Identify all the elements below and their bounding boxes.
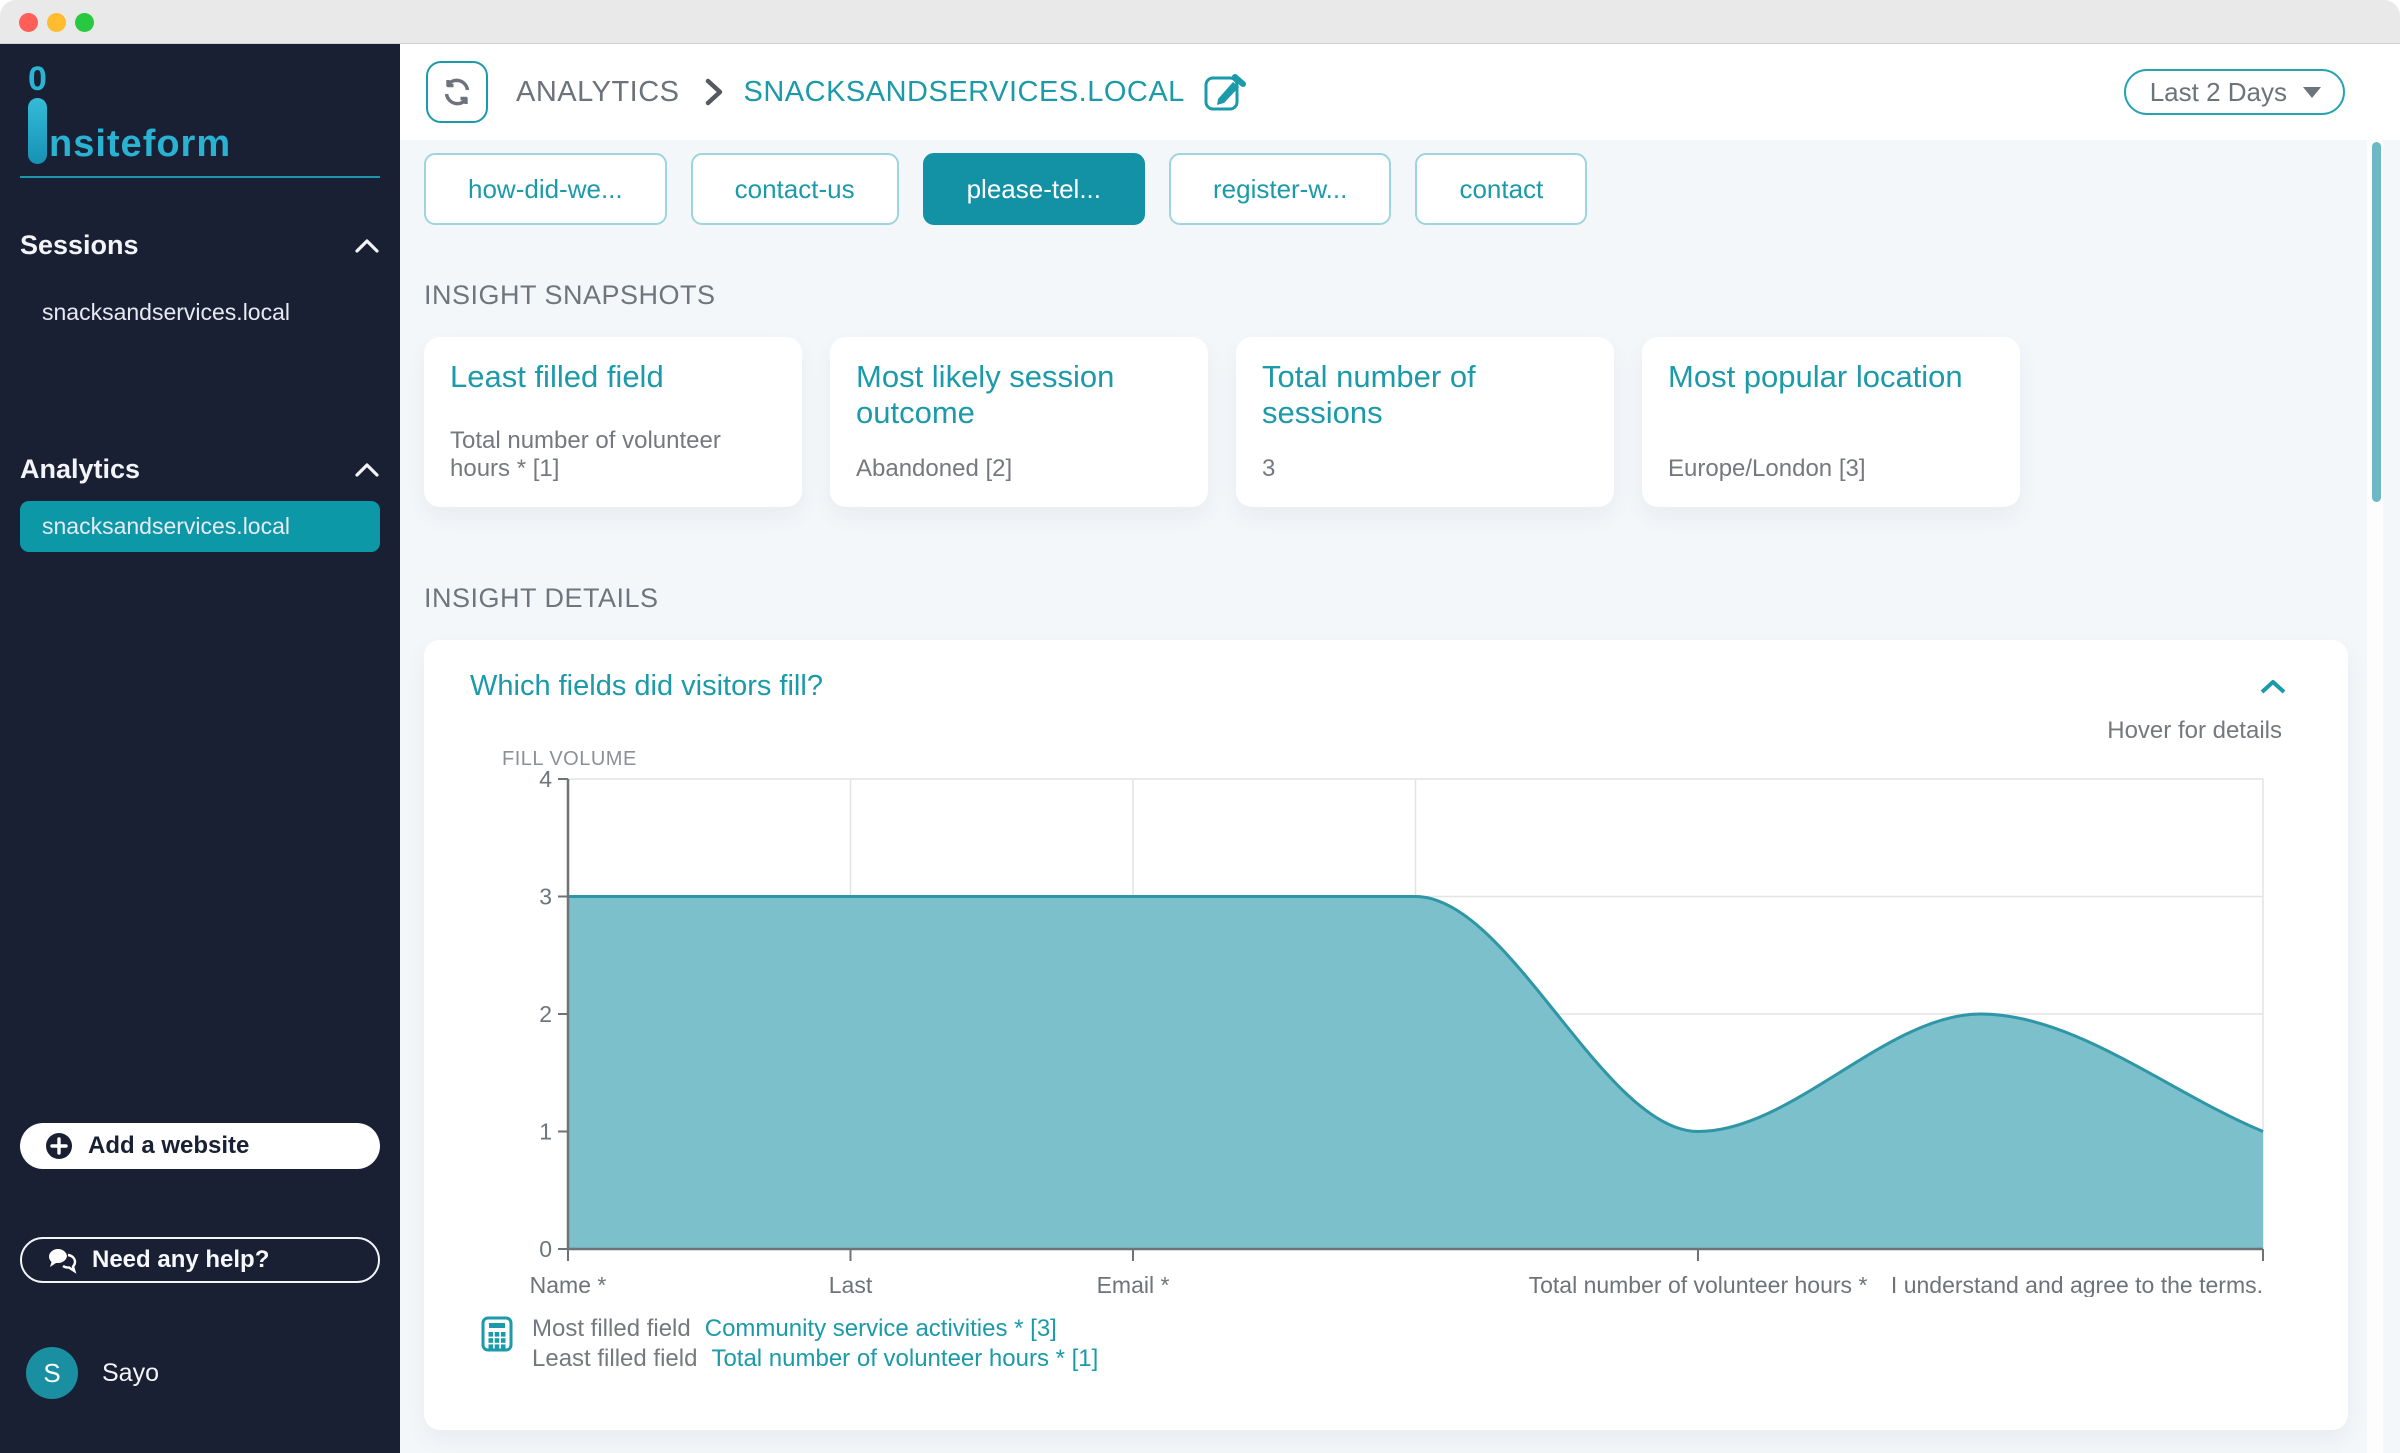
caret-down-icon xyxy=(2303,86,2321,98)
insight-details-card: Which fields did visitors fill? Hover fo… xyxy=(424,640,2348,1430)
snapshot-card-session-outcome: Most likely session outcome Abandoned [2… xyxy=(830,337,1208,507)
snapshot-cards: Least filled field Total number of volun… xyxy=(424,337,2400,507)
svg-text:3: 3 xyxy=(539,884,552,910)
avatar: S xyxy=(26,1347,78,1399)
chevron-up-icon xyxy=(355,238,379,253)
logo-zero-mark: 0 xyxy=(28,60,48,98)
breadcrumb-page[interactable]: SNACKSANDSERVICES.LOCAL xyxy=(744,76,1185,109)
refresh-icon xyxy=(444,78,470,106)
sidebar-section-analytics[interactable]: Analytics xyxy=(20,454,380,485)
tab-please-tel[interactable]: please-tel... xyxy=(922,153,1145,225)
table-grid-icon xyxy=(481,1316,513,1352)
scrollbar-track[interactable] xyxy=(2367,140,2383,1453)
svg-text:Name *: Name * xyxy=(530,1272,607,1297)
svg-text:FILL VOLUME: FILL VOLUME xyxy=(502,749,637,770)
logo-stem-shape xyxy=(28,98,47,164)
tab-contact[interactable]: contact xyxy=(1415,153,1588,225)
app-window: 0 nsiteform Sessions snacksandservices.l… xyxy=(0,0,2400,1453)
svg-text:Last: Last xyxy=(829,1272,873,1297)
chart-legend: Most filled field Community service acti… xyxy=(480,1315,2348,1373)
insight-snapshots-title: INSIGHT SNAPSHOTS xyxy=(424,280,716,310)
close-window-button[interactable] xyxy=(19,13,38,32)
chevron-up-icon xyxy=(355,462,379,477)
breadcrumb-section[interactable]: ANALYTICS xyxy=(516,76,680,109)
topbar: ANALYTICS SNACKSANDSERVICES.LOCAL Last 2… xyxy=(400,44,2400,140)
scrollbar-thumb[interactable] xyxy=(2372,142,2381,502)
add-website-label: Add a website xyxy=(88,1132,250,1159)
card-title: Total number of sessions xyxy=(1262,359,1476,430)
main-area: ANALYTICS SNACKSANDSERVICES.LOCAL Last 2… xyxy=(400,44,2400,1453)
app-logo: 0 nsiteform xyxy=(0,44,400,178)
svg-text:Total number of volunteer hour: Total number of volunteer hours * xyxy=(1529,1272,1868,1297)
chart-question-title: Which fields did visitors fill? xyxy=(470,670,823,702)
chevron-right-icon xyxy=(705,78,722,106)
form-tabs: how-did-we... contact-us please-tel... r… xyxy=(424,153,2400,225)
chat-bubbles-icon xyxy=(48,1248,77,1274)
tab-register-w[interactable]: register-w... xyxy=(1168,153,1392,225)
card-value: 3 xyxy=(1262,455,1276,482)
snapshot-card-total-sessions: Total number of sessions 3 xyxy=(1236,337,1614,507)
card-title: Most popular location xyxy=(1668,359,1963,394)
user-name: Sayo xyxy=(102,1358,159,1387)
hover-hint-text: Hover for details xyxy=(2107,717,2282,744)
svg-text:1: 1 xyxy=(539,1119,552,1145)
sessions-section-label: Sessions xyxy=(20,230,139,260)
sidebar-nav: Sessions snacksandservices.local Analyti… xyxy=(0,178,400,552)
card-value: Europe/London [3] xyxy=(1668,455,1866,482)
sidebar-section-sessions[interactable]: Sessions xyxy=(20,230,380,261)
legend-label: Most filled field xyxy=(532,1315,691,1342)
snapshot-card-least-filled: Least filled field Total number of volun… xyxy=(424,337,802,507)
tab-how-did-we[interactable]: how-did-we... xyxy=(424,153,667,225)
insight-details-title: INSIGHT DETAILS xyxy=(424,583,659,613)
svg-text:I understand and agree to the: I understand and agree to the terms. xyxy=(1891,1272,2263,1297)
edit-site-name-button[interactable] xyxy=(1203,72,1247,112)
snapshot-card-popular-location: Most popular location Europe/London [3] xyxy=(1642,337,2020,507)
chevron-up-icon xyxy=(2260,679,2286,693)
zoom-window-button[interactable] xyxy=(75,13,94,32)
sidebar-item-sessions-site[interactable]: snacksandservices.local xyxy=(20,289,380,336)
need-help-label: Need any help? xyxy=(92,1246,270,1273)
content: how-did-we... contact-us please-tel... r… xyxy=(400,140,2400,1453)
collapse-card-button[interactable] xyxy=(2258,678,2288,696)
sidebar-item-analytics-site[interactable]: snacksandservices.local xyxy=(20,501,380,552)
sidebar: 0 nsiteform Sessions snacksandservices.l… xyxy=(0,44,400,1453)
card-value: Abandoned [2] xyxy=(856,455,1013,482)
fill-volume-chart[interactable]: 01234Name * Last Email * Total number of vo… xyxy=(498,749,2338,1297)
legend-label: Least filled field xyxy=(532,1345,698,1372)
edit-pencil-icon xyxy=(1204,74,1246,111)
analytics-section-label: Analytics xyxy=(20,454,141,484)
refresh-button[interactable] xyxy=(426,61,488,123)
legend-row-most-filled: Most filled field Community service acti… xyxy=(532,1315,1098,1343)
svg-text:0: 0 xyxy=(539,1236,552,1262)
logo-wordmark: nsiteform xyxy=(49,123,232,165)
tab-contact-us[interactable]: contact-us xyxy=(690,153,899,225)
card-title: Most likely session outcome xyxy=(856,359,1115,430)
card-value: Total number of volunteer hours * [1] xyxy=(450,427,721,482)
legend-row-least-filled: Least filled field Total number of volun… xyxy=(532,1345,1098,1373)
need-help-button[interactable]: Need any help? xyxy=(20,1237,380,1283)
add-website-button[interactable]: Add a website xyxy=(20,1123,380,1169)
minimize-window-button[interactable] xyxy=(47,13,66,32)
date-range-value: Last 2 Days xyxy=(2149,76,2287,107)
user-menu[interactable]: S Sayo xyxy=(26,1347,380,1399)
svg-text:2: 2 xyxy=(539,1001,552,1027)
legend-value-link[interactable]: Total number of volunteer hours * [1] xyxy=(711,1345,1098,1373)
card-title: Least filled field xyxy=(450,359,664,394)
svg-text:Email *: Email * xyxy=(1097,1272,1170,1297)
window-titlebar xyxy=(0,0,2400,44)
legend-value-link[interactable]: Community service activities * [3] xyxy=(705,1315,1057,1343)
date-range-dropdown[interactable]: Last 2 Days xyxy=(2123,69,2345,115)
plus-circle-icon xyxy=(46,1133,72,1159)
